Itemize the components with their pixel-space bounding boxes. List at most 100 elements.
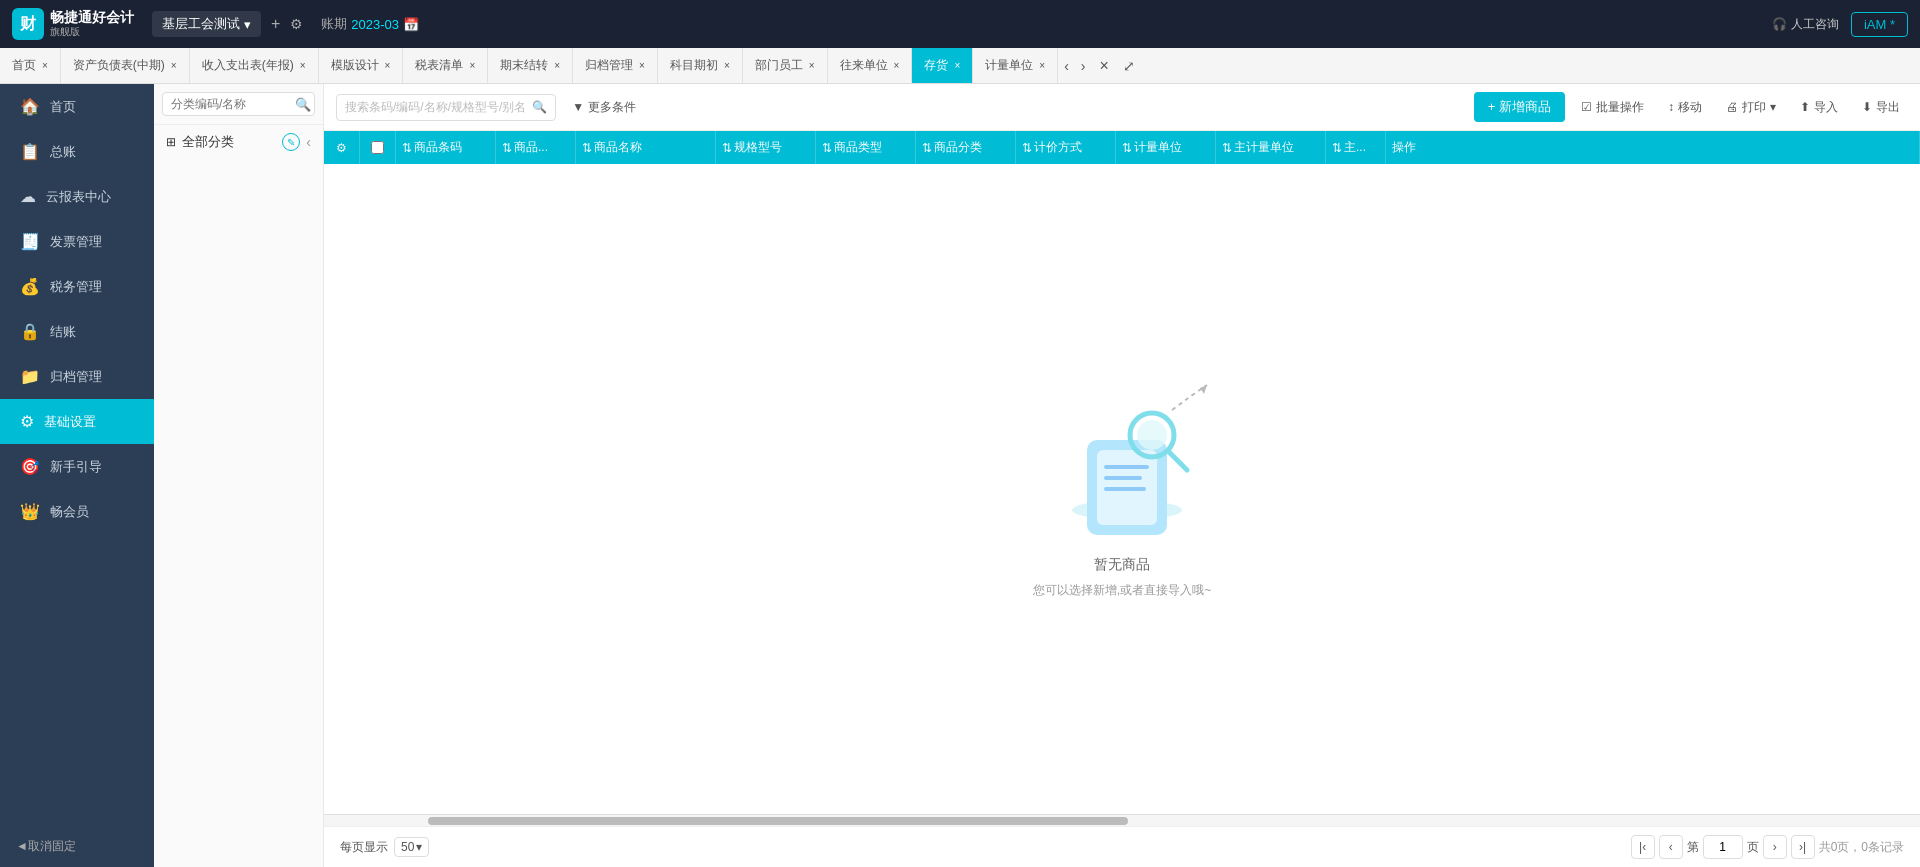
tab-archive[interactable]: 归档管理 × <box>573 48 658 84</box>
batch-icon: ☑ <box>1581 100 1592 114</box>
sidebar-item-invoice[interactable]: 🧾 发票管理 <box>0 219 154 264</box>
period-value: 2023-03 <box>351 17 399 32</box>
tab-home[interactable]: 首页 × <box>0 48 61 84</box>
next-page-button[interactable]: › <box>1763 835 1787 859</box>
sidebar-item-reports[interactable]: ☁ 云报表中心 <box>0 174 154 219</box>
settings-icon[interactable]: ⚙ <box>290 16 303 32</box>
th-unit[interactable]: ⇅ 计量单位 <box>1116 131 1216 164</box>
sidebar-item-member[interactable]: 👑 畅会员 <box>0 489 154 534</box>
th-type[interactable]: ⇅ 商品类型 <box>816 131 916 164</box>
th-code[interactable]: ⇅ 商品... <box>496 131 576 164</box>
th-category[interactable]: ⇅ 商品分类 <box>916 131 1016 164</box>
tab-close-balance[interactable]: × <box>171 60 177 71</box>
first-page-button[interactable]: |‹ <box>1631 835 1655 859</box>
horizontal-scrollbar[interactable] <box>324 814 1920 826</box>
tab-partners[interactable]: 往来单位 × <box>828 48 913 84</box>
sidebar-item-home[interactable]: 🏠 首页 <box>0 84 154 129</box>
tab-bar: 首页 × 资产负债表(中期) × 收入支出表(年报) × 模版设计 × 税表清单… <box>0 48 1920 84</box>
last-page-button[interactable]: ›| <box>1791 835 1815 859</box>
category-search-input[interactable] <box>162 92 315 116</box>
empty-state: 暂无商品 您可以选择新增,或者直接导入哦~ <box>324 164 1920 814</box>
tab-template[interactable]: 模版设计 × <box>319 48 404 84</box>
tab-income[interactable]: 收入支出表(年报) × <box>190 48 319 84</box>
print-button[interactable]: 🖨 打印 ▾ <box>1718 95 1784 120</box>
archive-icon: 📁 <box>20 367 40 386</box>
th-spec[interactable]: ⇅ 规格型号 <box>716 131 816 164</box>
tab-close-tax[interactable]: × <box>469 60 475 71</box>
grid-icon: ⊞ <box>166 135 176 149</box>
svg-marker-9 <box>1200 385 1207 394</box>
sidebar-item-settings[interactable]: ⚙ 基础设置 <box>0 399 154 444</box>
sidebar-item-archive[interactable]: 📁 归档管理 <box>0 354 154 399</box>
logo-text: 畅捷通好会计 <box>50 9 134 26</box>
add-product-button[interactable]: + 新增商品 <box>1474 92 1565 122</box>
sidebar-cancel-fixed[interactable]: ◄取消固定 <box>0 826 154 867</box>
svg-rect-5 <box>1104 487 1146 491</box>
import-icon: ⬆ <box>1800 100 1810 114</box>
tab-period-close[interactable]: 期末结转 × <box>488 48 573 84</box>
tab-balance[interactable]: 资产负债表(中期) × <box>61 48 190 84</box>
svg-line-8 <box>1168 451 1187 470</box>
company-selector[interactable]: 基层工会测试 ▾ <box>152 11 261 37</box>
tab-close-inventory[interactable]: × <box>954 60 960 71</box>
add-company-icon[interactable]: + <box>271 15 280 33</box>
tab-bar-close-button[interactable]: × <box>1091 48 1116 84</box>
table-header: ⚙ ⇅ 商品条码 ⇅ 商品... ⇅ 商品名称 <box>324 131 1920 164</box>
tab-close-unit[interactable]: × <box>1039 60 1045 71</box>
tab-close-income[interactable]: × <box>300 60 306 71</box>
tab-close-home[interactable]: × <box>42 60 48 71</box>
move-button[interactable]: ↕ 移动 <box>1660 95 1710 120</box>
import-button[interactable]: ⬆ 导入 <box>1792 95 1846 120</box>
th-main-unit[interactable]: ⇅ 主计量单位 <box>1216 131 1326 164</box>
tab-close-archive[interactable]: × <box>639 60 645 71</box>
page-unit: 页 <box>1747 839 1759 856</box>
calendar-icon[interactable]: 📅 <box>403 17 419 32</box>
th-name[interactable]: ⇅ 商品名称 <box>576 131 716 164</box>
tab-next-button[interactable]: › <box>1075 48 1092 84</box>
th-main-abbr[interactable]: ⇅ 主... <box>1326 131 1386 164</box>
sidebar-item-close[interactable]: 🔒 结账 <box>0 309 154 354</box>
batch-operation-button[interactable]: ☑ 批量操作 <box>1573 95 1652 120</box>
tab-tax[interactable]: 税表清单 × <box>403 48 488 84</box>
tab-close-period[interactable]: × <box>554 60 560 71</box>
tab-expand-button[interactable]: ⤢ <box>1117 48 1141 84</box>
tab-close-subject[interactable]: × <box>724 60 730 71</box>
tab-close-partners[interactable]: × <box>894 60 900 71</box>
toolbar: 搜索条码/编码/名称/规格型号/别名 🔍 ▼ 更多条件 + 新增商品 ☑ 批量操… <box>324 84 1920 131</box>
page-number-input[interactable] <box>1703 835 1743 859</box>
th-barcode[interactable]: ⇅ 商品条码 <box>396 131 496 164</box>
category-search-icon[interactable]: 🔍 <box>295 97 311 112</box>
sidebar-item-tax[interactable]: 💰 税务管理 <box>0 264 154 309</box>
tab-subject[interactable]: 科目期初 × <box>658 48 743 84</box>
export-icon: ⬇ <box>1862 100 1872 114</box>
scroll-thumb[interactable] <box>428 817 1128 825</box>
sidebar-item-guide[interactable]: 🎯 新手引导 <box>0 444 154 489</box>
th-settings[interactable]: ⚙ <box>324 131 360 164</box>
per-page-select[interactable]: 50 ▾ <box>394 837 429 857</box>
ledger-icon: 📋 <box>20 142 40 161</box>
account-button[interactable]: iAM * <box>1851 12 1908 37</box>
th-checkbox[interactable] <box>360 131 396 164</box>
th-price-method[interactable]: ⇅ 计价方式 <box>1016 131 1116 164</box>
category-all[interactable]: ⊞ 全部分类 ✎ ‹ <box>154 125 323 159</box>
tab-inventory[interactable]: 存货 × <box>912 48 973 84</box>
horizontal-content: 🔍 ⊞ 全部分类 ✎ ‹ 搜索条码/编码/名称/规格型号/别名 🔍 <box>154 84 1920 867</box>
tab-close-template[interactable]: × <box>385 60 391 71</box>
filter-button[interactable]: ▼ 更多条件 <box>564 95 644 120</box>
left-panel: 🔍 ⊞ 全部分类 ✎ ‹ <box>154 84 324 867</box>
sidebar: 🏠 首页 📋 总账 ☁ 云报表中心 🧾 发票管理 💰 税务管理 🔒 结账 📁 归… <box>0 84 154 867</box>
tab-prev-button[interactable]: ‹ <box>1058 48 1075 84</box>
sidebar-item-ledger[interactable]: 📋 总账 <box>0 129 154 174</box>
logo-icon: 财 <box>12 8 44 40</box>
prev-page-button[interactable]: ‹ <box>1659 835 1683 859</box>
tab-close-dept[interactable]: × <box>809 60 815 71</box>
collapse-icon[interactable]: ‹ <box>306 134 311 150</box>
edit-icon[interactable]: ✎ <box>282 133 300 151</box>
print-icon: 🖨 <box>1726 100 1738 114</box>
tab-dept[interactable]: 部门员工 × <box>743 48 828 84</box>
export-button[interactable]: ⬇ 导出 <box>1854 95 1908 120</box>
service-button[interactable]: 🎧 人工咨询 <box>1772 16 1839 33</box>
search-icon[interactable]: 🔍 <box>532 100 547 114</box>
select-all-checkbox[interactable] <box>371 141 384 154</box>
tab-unit[interactable]: 计量单位 × <box>973 48 1058 84</box>
